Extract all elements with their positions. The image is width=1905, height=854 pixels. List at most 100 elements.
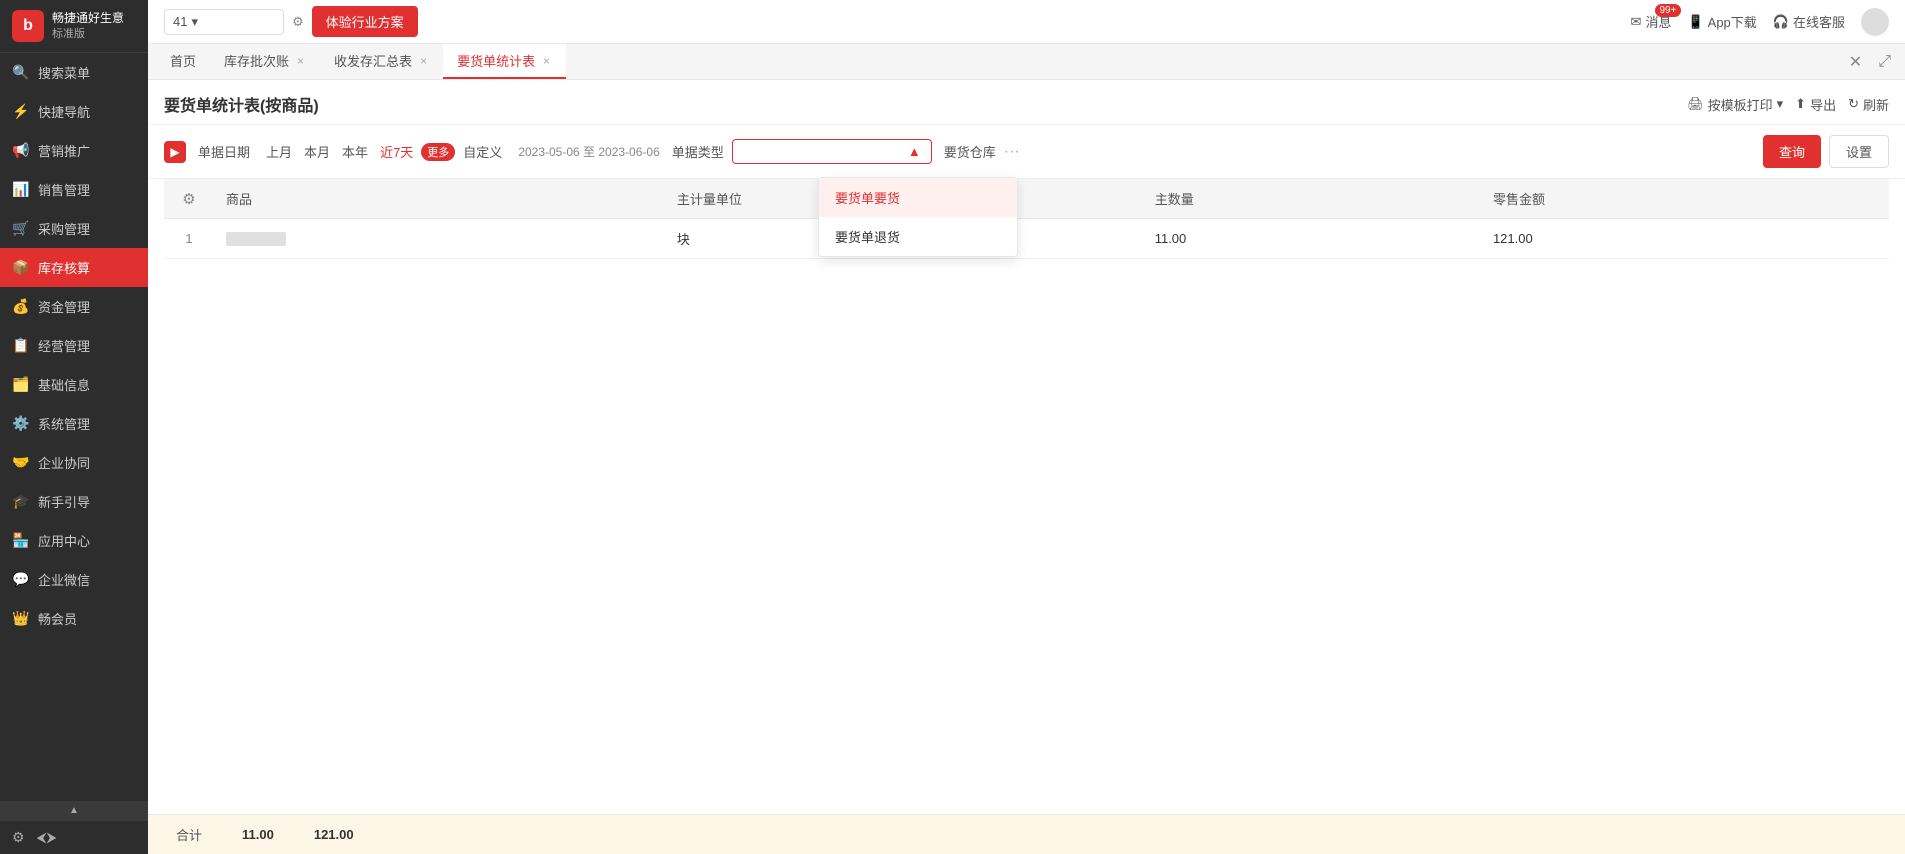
this-month-btn[interactable]: 本月 <box>300 140 334 163</box>
sidebar-item-label-marketing: 营销推广 <box>38 141 90 160</box>
sidebar-item-system[interactable]: ⚙️ 系统管理 <box>0 404 148 443</box>
search-icon: 🔍 <box>12 64 30 81</box>
last-month-btn[interactable]: 上月 <box>262 140 296 163</box>
row-amount: 121.00 <box>1481 219 1889 259</box>
table-col-product: 商品 <box>214 179 665 219</box>
sidebar-item-label-inventory: 库存核算 <box>38 258 90 277</box>
warehouse-filter-section: 要货仓库 ··· <box>944 142 1020 161</box>
warehouse-filter-label: 要货仓库 <box>944 142 996 161</box>
table-col-settings: ⚙ <box>164 179 214 219</box>
settings-bottom-icon[interactable]: ⚙ <box>12 829 25 846</box>
export-btn[interactable]: ⬆ 导出 <box>1795 95 1836 114</box>
tab-controls: ✕ ⤢ <box>1843 44 1897 79</box>
member-icon: 👑 <box>12 610 30 627</box>
custom-date-btn[interactable]: 自定义 <box>459 140 506 163</box>
topbar-right: ✉ 消息 99+ 📱 App下载 🎧 在线客服 <box>1631 8 1889 36</box>
settings-icon-topbar[interactable]: ⚙ <box>292 14 304 30</box>
sidebar-item-basic[interactable]: 🗂️ 基础信息 <box>0 365 148 404</box>
footer-amount-val: 121.00 <box>314 827 354 842</box>
tab-requisition-stats[interactable]: 要货单统计表 × <box>443 44 566 79</box>
inventory-icon: 📦 <box>12 259 30 276</box>
store-selector-arrow: ▾ <box>191 14 198 30</box>
sidebar-item-label-enterprise: 企业协同 <box>38 453 90 472</box>
warehouse-dots[interactable]: ··· <box>1004 143 1020 161</box>
close-tab-inventory-batch[interactable]: × <box>295 54 306 68</box>
close-tab-receivables[interactable]: × <box>418 54 429 68</box>
sidebar-item-finance[interactable]: 💰 资金管理 <box>0 287 148 326</box>
sidebar-bottom: ⚙ ⮜⮞ <box>0 820 148 854</box>
sidebar-item-purchase[interactable]: 🛒 采购管理 <box>0 209 148 248</box>
filter-expand-btn[interactable]: ▶ <box>164 141 186 163</box>
app-download-label: App下载 <box>1708 12 1757 31</box>
tab-label-inventory-batch: 库存批次账 <box>224 51 289 70</box>
sidebar-item-label-system: 系统管理 <box>38 414 90 433</box>
table-wrap: ⚙ 商品 主计量单位 主数量 零售金额 1 块 11.00 121.00 <box>148 179 1905 814</box>
page-actions: 🖨 按模板打印 ▾ ⬆ 导出 ↻ 刷新 <box>1687 95 1889 114</box>
table-body: 1 块 11.00 121.00 <box>164 219 1889 259</box>
maximize-tab-btn[interactable]: ⤢ <box>1872 49 1897 75</box>
dropdown-item-requisition-order[interactable]: 要货单要货 <box>819 178 1017 217</box>
collapse-icon[interactable]: ⮜⮞ <box>37 829 57 846</box>
sidebar-item-label-purchase: 采购管理 <box>38 219 90 238</box>
sidebar-item-appstore[interactable]: 🏪 应用中心 <box>0 521 148 560</box>
tab-inventory-batch[interactable]: 库存批次账 × <box>210 44 320 79</box>
table-settings-icon[interactable]: ⚙ <box>182 191 195 208</box>
sidebar-item-label-member: 畅会员 <box>38 609 77 628</box>
filter-settings-btn[interactable]: 设置 <box>1829 135 1889 168</box>
sidebar-item-marketing[interactable]: 📢 营销推广 <box>0 131 148 170</box>
message-icon: ✉ <box>1631 14 1642 30</box>
this-year-btn[interactable]: 本年 <box>338 140 372 163</box>
customer-service-btn[interactable]: 🎧 在线客服 <box>1773 12 1845 31</box>
date-shortcuts: 上月 本月 本年 近7天 更多 自定义 <box>262 140 506 163</box>
guide-icon: 🎓 <box>12 493 30 510</box>
sidebar-item-label-wechat: 企业微信 <box>38 570 90 589</box>
query-btn[interactable]: 查询 <box>1763 135 1821 168</box>
table-row: 1 块 11.00 121.00 <box>164 219 1889 259</box>
app-download-btn[interactable]: 📱 App下载 <box>1687 12 1756 31</box>
marketing-icon: 📢 <box>12 142 30 159</box>
sidebar-item-shortcut[interactable]: ⚡ 快捷导航 <box>0 92 148 131</box>
finance-icon: 💰 <box>12 298 30 315</box>
footer-total-label: 合计 <box>176 825 202 844</box>
tab-home[interactable]: 首页 <box>156 44 210 79</box>
filter-bar: ▶ 单据日期 上月 本月 本年 近7天 更多 自定义 2023-05-06 至 … <box>148 125 1905 179</box>
footer-qty-val: 11.00 <box>242 827 274 842</box>
type-dropdown[interactable]: ▲ <box>732 139 932 164</box>
more-date-badge[interactable]: 更多 <box>421 143 455 161</box>
purchase-icon: 🛒 <box>12 220 30 237</box>
row-no: 1 <box>164 219 214 259</box>
store-selector[interactable]: 41 ▾ <box>164 9 284 35</box>
sidebar-item-label-appstore: 应用中心 <box>38 531 90 550</box>
tab-receivables[interactable]: 收发存汇总表× <box>320 44 443 79</box>
sidebar-item-inventory[interactable]: 📦 库存核算 <box>0 248 148 287</box>
trial-btn[interactable]: 体验行业方案 <box>312 6 418 37</box>
sidebar-item-wechat[interactable]: 💬 企业微信 <box>0 560 148 599</box>
sidebar-logo: b 畅捷通好生意 标准版 <box>0 0 148 53</box>
table-footer: 合计 11.00 121.00 <box>148 814 1905 854</box>
main-area: 41 ▾ ⚙ 体验行业方案 ✉ 消息 99+ 📱 App下载 🎧 在线客服 <box>148 0 1905 854</box>
sidebar: b 畅捷通好生意 标准版 🔍 搜索菜单 ⚡ 快捷导航 📢 营销推广 📊 销售管理… <box>0 0 148 854</box>
table-col-qty: 主数量 <box>1143 179 1481 219</box>
operations-icon: 📋 <box>12 337 30 354</box>
close-tab-requisition-stats[interactable]: × <box>541 54 552 68</box>
user-avatar[interactable] <box>1861 8 1889 36</box>
messages-btn[interactable]: ✉ 消息 99+ <box>1631 12 1672 31</box>
last-7-days-btn[interactable]: 近7天 <box>376 140 417 163</box>
sidebar-item-guide[interactable]: 🎓 新手引导 <box>0 482 148 521</box>
refresh-btn[interactable]: ↻ 刷新 <box>1848 95 1889 114</box>
page-header: 要货单统计表(按商品) 🖨 按模板打印 ▾ ⬆ 导出 ↻ 刷新 <box>148 80 1905 125</box>
sidebar-item-enterprise[interactable]: 🤝 企业协同 <box>0 443 148 482</box>
sidebar-item-operations[interactable]: 📋 经营管理 <box>0 326 148 365</box>
close-tab-btn[interactable]: ✕ <box>1843 48 1868 76</box>
sidebar-item-sales[interactable]: 📊 销售管理 <box>0 170 148 209</box>
dropdown-item-requisition-return[interactable]: 要货单退货 <box>819 217 1017 256</box>
tab-label-requisition-stats: 要货单统计表 <box>457 51 535 70</box>
sidebar-item-label-finance: 资金管理 <box>38 297 90 316</box>
sales-icon: 📊 <box>12 181 30 198</box>
topbar-left: 41 ▾ ⚙ 体验行业方案 <box>164 6 1619 37</box>
sidebar-item-label-search: 搜索菜单 <box>38 63 90 82</box>
sidebar-item-search[interactable]: 🔍 搜索菜单 <box>0 53 148 92</box>
sidebar-scroll-down[interactable]: ▲ <box>0 801 148 820</box>
sidebar-item-member[interactable]: 👑 畅会员 <box>0 599 148 638</box>
print-btn[interactable]: 🖨 按模板打印 ▾ <box>1687 95 1783 114</box>
